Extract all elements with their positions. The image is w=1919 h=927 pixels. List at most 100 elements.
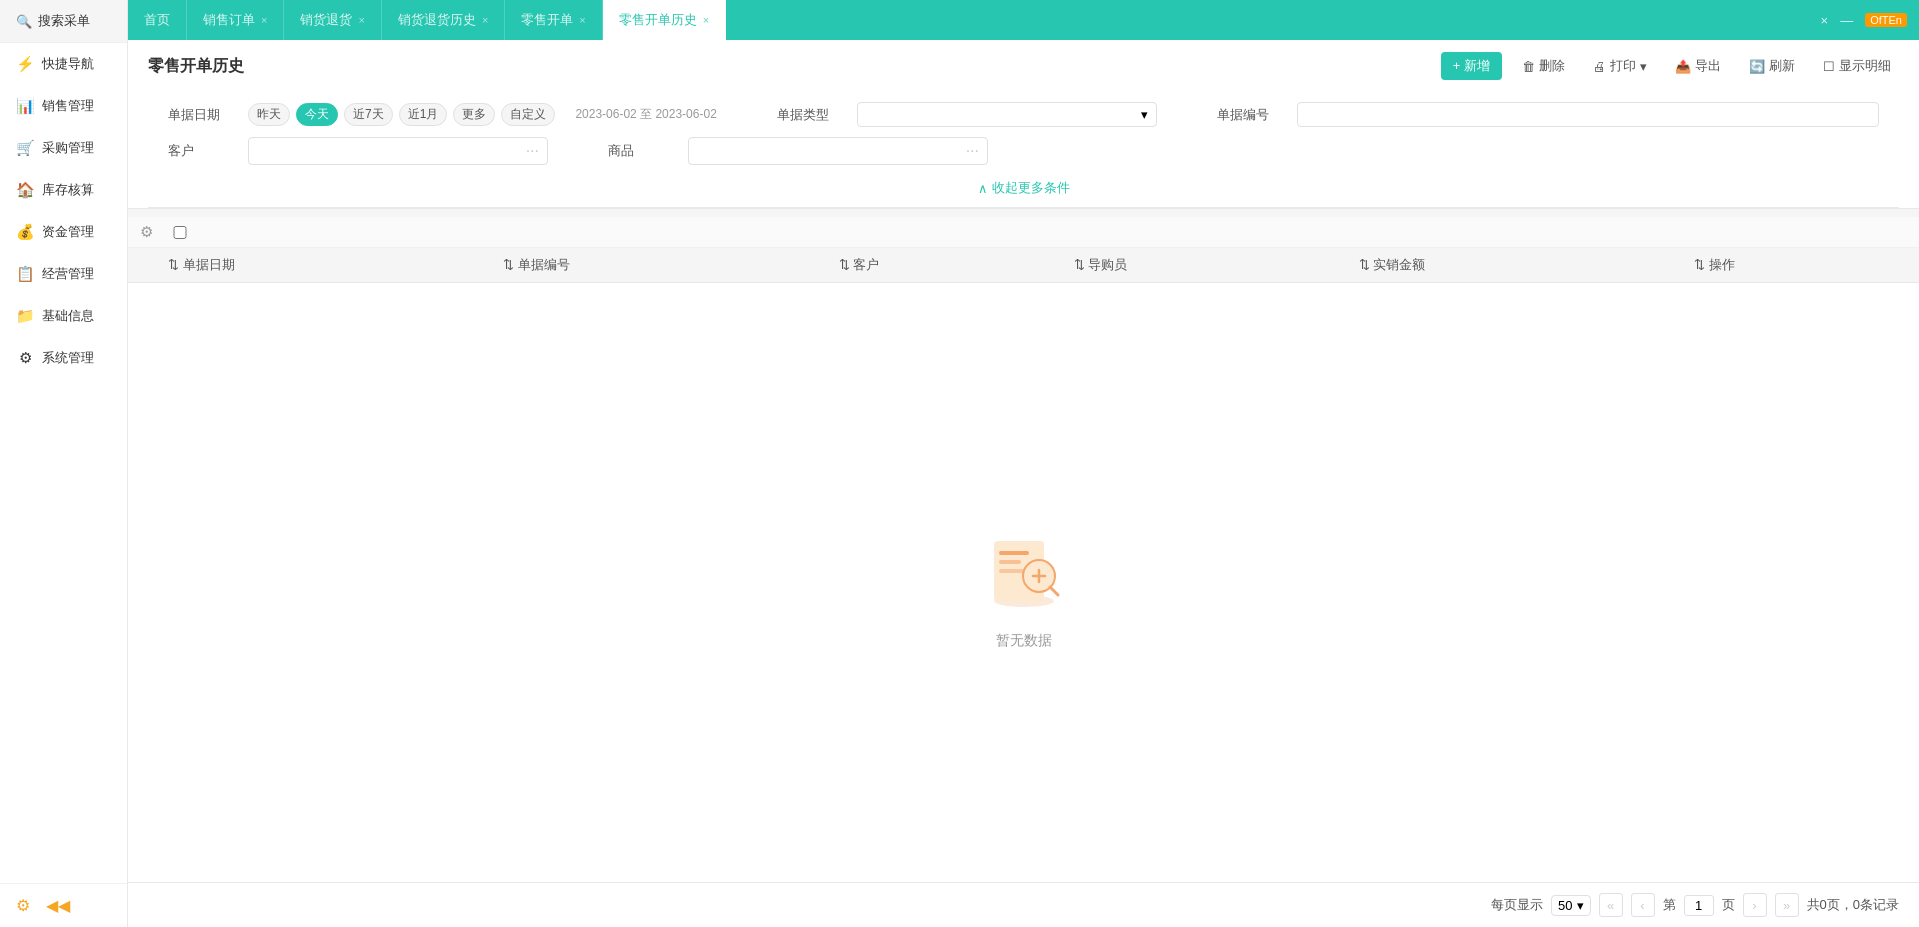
goods-filter-label: 商品 <box>608 142 668 160</box>
print-icon: 🖨 <box>1593 59 1606 74</box>
col-sort-number[interactable]: ⇅ <box>503 257 514 272</box>
sidebar-item-quick-nav[interactable]: ⚡快捷导航 <box>0 43 127 85</box>
svg-rect-2 <box>999 551 1029 555</box>
sidebar-item-system-mgmt[interactable]: ⚙ 系统管理 <box>0 337 127 379</box>
collapse-sidebar-icon[interactable]: ◀◀ <box>46 896 70 915</box>
tab-home[interactable]: 首页 <box>128 0 187 40</box>
tab-label-retail-open: 零售开单 <box>521 11 573 29</box>
number-input-field[interactable] <box>1306 107 1870 122</box>
collapse-icon: ∧ <box>978 181 988 196</box>
date-shortcut-自定义[interactable]: 自定义 <box>501 103 555 126</box>
per-page-select[interactable]: 50 ▾ <box>1551 895 1590 916</box>
first-page-btn[interactable]: « <box>1599 893 1623 917</box>
tab-close-sales-return[interactable]: × <box>358 14 364 26</box>
per-page-arrow: ▾ <box>1577 898 1584 913</box>
sidebar-item-sales-mgmt[interactable]: 📊销售管理 <box>0 85 127 127</box>
date-shortcut-更多[interactable]: 更多 <box>453 103 495 126</box>
date-shortcut-昨天[interactable]: 昨天 <box>248 103 290 126</box>
window-min-btn[interactable]: — <box>1840 13 1853 28</box>
goods-ellipsis: ··· <box>966 142 979 160</box>
col-sort-ops[interactable]: ⇅ <box>1694 257 1705 272</box>
date-shortcut-近1月[interactable]: 近1月 <box>399 103 448 126</box>
tab-retail-open[interactable]: 零售开单 × <box>505 0 602 40</box>
next-page-btn[interactable]: › <box>1743 893 1767 917</box>
date-shortcut-近7天[interactable]: 近7天 <box>344 103 393 126</box>
tab-sales-return[interactable]: 销货退货× <box>284 0 381 40</box>
collapse-filters-btn[interactable]: ∧ 收起更多条件 <box>168 175 1879 197</box>
per-page-value: 50 <box>1558 898 1572 913</box>
customer-filter-label: 客户 <box>168 142 228 160</box>
number-filter-label: 单据编号 <box>1217 106 1277 124</box>
per-page-label: 每页显示 <box>1491 896 1543 914</box>
tab-sales-order[interactable]: 销售订单 × <box>187 0 284 40</box>
date-shortcut-今天[interactable]: 今天 <box>296 103 338 126</box>
window-close-btn[interactable]: × <box>1821 13 1829 28</box>
tab-close-sales-return-history[interactable]: × <box>482 14 488 26</box>
col-header-customer: ⇅ 客户 <box>829 248 1064 283</box>
goods-filter-input[interactable]: ··· <box>688 137 988 165</box>
prev-page-btn[interactable]: ‹ <box>1631 893 1655 917</box>
date-shortcuts: 昨天今天近7天近1月更多自定义 <box>248 103 555 126</box>
sidebar: 🔍 搜索采单 ⚡快捷导航📊销售管理🛒采购管理🏠库存核算💰资金管理 📋 经营管理 📁基础… <box>0 0 128 927</box>
refresh-icon: 🔄 <box>1749 59 1765 74</box>
sidebar-item-inventory[interactable]: 🏠库存核算 <box>0 169 127 211</box>
delete-label: 删除 <box>1539 57 1565 75</box>
tab-close-retail-open[interactable]: × <box>579 14 585 26</box>
gear-icon[interactable]: ⚙ <box>16 896 30 915</box>
col-header-guide: ⇅ 导购员 <box>1064 248 1349 283</box>
refresh-button[interactable]: 🔄 刷新 <box>1741 53 1803 79</box>
sidebar-footer: ⚙ ◀◀ <box>0 883 127 927</box>
export-button[interactable]: 📤 导出 <box>1667 53 1729 79</box>
display-detail-button[interactable]: ☐ 显示明细 <box>1815 53 1899 79</box>
svg-rect-4 <box>999 569 1025 573</box>
tab-bar: 首页销售订单×销货退货×销货退货历史×零售开单×零售开单历史× × — OfTE… <box>128 0 1919 40</box>
table-settings-icon[interactable]: ⚙ <box>140 223 153 241</box>
print-button[interactable]: 🖨 打印 ▾ <box>1585 53 1655 79</box>
tab-retail-open-history[interactable]: 零售开单历史× <box>603 0 726 40</box>
pagination-summary: 共0页，0条记录 <box>1807 896 1899 914</box>
type-filter-select[interactable]: ▾ <box>857 102 1157 127</box>
number-filter-input[interactable] <box>1297 102 1879 127</box>
quick-nav-icon: ⚡ <box>16 55 34 73</box>
col-sort-guide[interactable]: ⇅ <box>1074 257 1085 272</box>
page-content: 零售开单历史 + 新增 🗑 删除 🖨 打印 ▾ 📤 导出 <box>128 40 1919 927</box>
sidebar-search[interactable]: 🔍 搜索采单 <box>0 0 127 43</box>
sidebar-item-label: 经营管理 <box>42 265 94 283</box>
last-page-btn[interactable]: » <box>1775 893 1799 917</box>
customer-filter-input[interactable]: ··· <box>248 137 548 165</box>
table-container: ⚙ ⇅ 单据日期⇅ 单据编号⇅ 客户⇅ 导购员⇅ 实销金额⇅ 操作 <box>128 217 1919 882</box>
sidebar-item-basic-info[interactable]: 📁基础信息 <box>0 295 127 337</box>
svg-line-8 <box>1050 587 1058 595</box>
tab-close-sales-order[interactable]: × <box>261 14 267 26</box>
col-sort-customer[interactable]: ⇅ <box>839 257 850 272</box>
finance-icon: 💰 <box>16 223 34 241</box>
system-mgmt-icon: ⚙ <box>16 349 34 367</box>
tab-close-retail-open-history[interactable]: × <box>703 14 709 26</box>
customer-input-field[interactable] <box>257 144 526 159</box>
select-all-checkbox[interactable] <box>165 226 195 239</box>
tab-sales-return-history[interactable]: 销货退货历史× <box>382 0 505 40</box>
operations-icon: 📋 <box>16 265 34 283</box>
sidebar-search-label: 搜索采单 <box>38 12 90 30</box>
col-sort-date[interactable]: ⇅ <box>168 257 179 272</box>
filter-area: 单据日期 昨天今天近7天近1月更多自定义 2023-06-02 至 2023-0… <box>148 92 1899 208</box>
empty-text: 暂无数据 <box>996 632 1052 650</box>
tab-label-sales-order: 销售订单 <box>203 11 255 29</box>
delete-button[interactable]: 🗑 删除 <box>1514 53 1573 79</box>
sidebar-item-operations[interactable]: 📋 经营管理 <box>0 253 127 295</box>
sidebar-item-label: 系统管理 <box>42 349 94 367</box>
pagination: 每页显示 50 ▾ « ‹ 第 1 页 › » 共0页，0条记录 <box>128 882 1919 927</box>
current-page-input[interactable]: 1 <box>1684 895 1714 916</box>
print-dropdown-icon: ▾ <box>1640 59 1647 74</box>
print-label: 打印 <box>1610 57 1636 75</box>
page-title: 零售开单历史 <box>148 56 244 77</box>
page-label: 第 <box>1663 896 1676 914</box>
type-filter-label: 单据类型 <box>777 106 837 124</box>
goods-input-field[interactable] <box>697 144 966 159</box>
col-sort-amount[interactable]: ⇅ <box>1359 257 1370 272</box>
filter-row-customer: 客户 ··· 商品 ··· <box>168 137 1879 165</box>
sidebar-item-purchase-mgmt[interactable]: 🛒采购管理 <box>0 127 127 169</box>
sidebar-item-finance[interactable]: 💰资金管理 <box>0 211 127 253</box>
often-badge[interactable]: OfTEn <box>1865 13 1907 27</box>
add-button[interactable]: + 新增 <box>1441 52 1502 80</box>
